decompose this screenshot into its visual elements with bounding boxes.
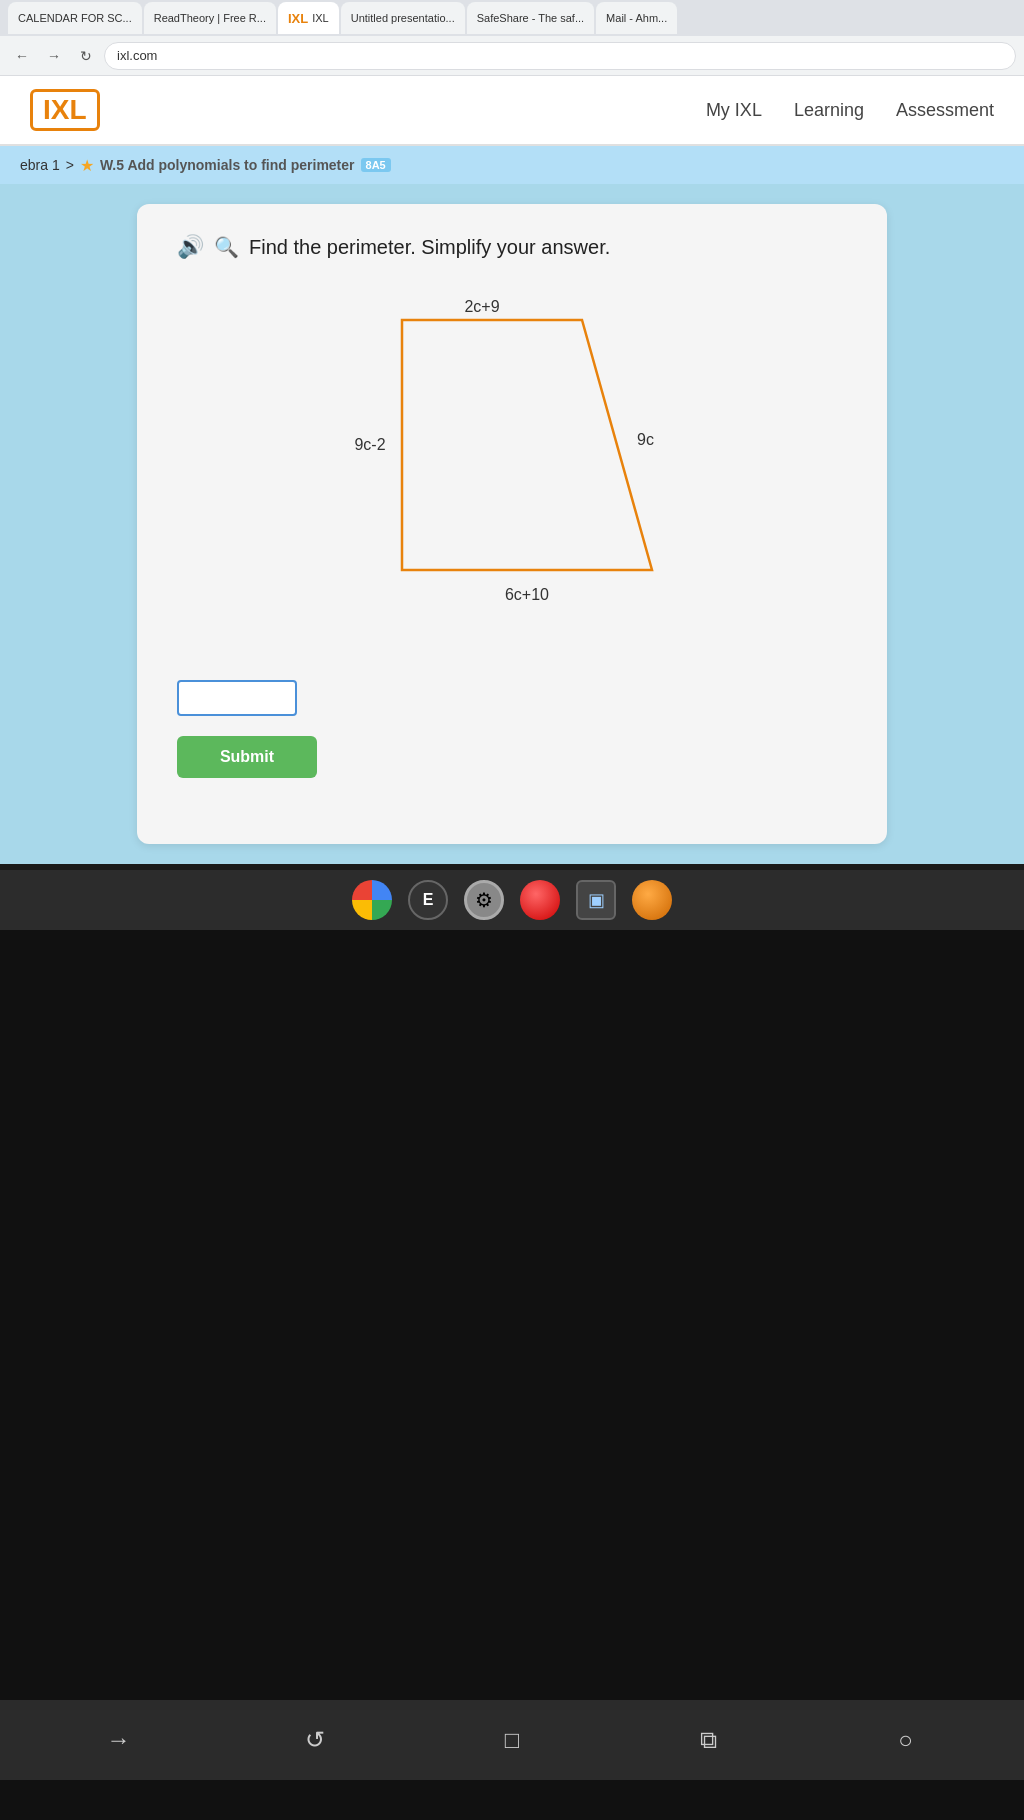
answer-input[interactable] xyxy=(177,680,297,716)
nav-myixl[interactable]: My IXL xyxy=(706,100,762,121)
nav-assessment[interactable]: Assessment xyxy=(896,100,994,121)
dock-refresh[interactable]: ↺ xyxy=(290,1715,340,1765)
address-text: ixl.com xyxy=(117,48,157,63)
question-card: 🔊 🔍 Find the perimeter. Simplify your an… xyxy=(137,204,887,844)
tab-safeshare[interactable]: SafeShare - The saf... xyxy=(467,2,594,34)
breadcrumb: ebra 1 > ★ W.5 Add polynomials to find p… xyxy=(0,146,1024,184)
tab-label: CALENDAR FOR SC... xyxy=(18,12,132,24)
tab-readtheory[interactable]: ReadTheory | Free R... xyxy=(144,2,276,34)
dock-forward[interactable]: → xyxy=(93,1715,143,1765)
tab-bar: CALENDAR FOR SC... ReadTheory | Free R..… xyxy=(0,0,1024,36)
quadrilateral-svg: 2c+9 9c-2 9c 6c+10 xyxy=(342,290,682,650)
left-side-label: 9c-2 xyxy=(354,436,385,453)
ixl-header: IXL My IXL Learning Assessment xyxy=(0,76,1024,146)
breadcrumb-arrow: > xyxy=(66,157,74,173)
tab-ixl-logo: IXL xyxy=(288,11,308,26)
nav-learning[interactable]: Learning xyxy=(794,100,864,121)
ixl-logo[interactable]: IXL xyxy=(30,89,100,131)
tab-calendar[interactable]: CALENDAR FOR SC... xyxy=(8,2,142,34)
translate-icon[interactable]: 🔍 xyxy=(214,235,239,259)
settings-icon[interactable]: ⚙ xyxy=(464,880,504,920)
shape-diagram: 2c+9 9c-2 9c 6c+10 xyxy=(177,290,847,650)
bottom-side-label: 6c+10 xyxy=(505,586,549,603)
svg-marker-0 xyxy=(402,320,652,570)
refresh-button[interactable]: ↻ xyxy=(72,42,100,70)
browser-toolbar: ← → ↻ ixl.com xyxy=(0,36,1024,76)
question-header: 🔊 🔍 Find the perimeter. Simplify your an… xyxy=(177,234,847,260)
tab-presentation[interactable]: Untitled presentatio... xyxy=(341,2,465,34)
ixl-nav: My IXL Learning Assessment xyxy=(706,100,994,121)
address-bar[interactable]: ixl.com xyxy=(104,42,1016,70)
breadcrumb-badge: 8A5 xyxy=(361,158,391,172)
submit-button[interactable]: Submit xyxy=(177,736,317,778)
right-side-label: 9c xyxy=(637,431,654,448)
breadcrumb-star-icon: ★ xyxy=(80,156,94,175)
answer-section xyxy=(177,680,847,716)
question-instruction: Find the perimeter. Simplify your answer… xyxy=(249,236,610,259)
speaker-icon[interactable]: 🔊 xyxy=(177,234,204,260)
taskbar: E ⚙ ▣ xyxy=(0,870,1024,930)
dock-square[interactable]: □ xyxy=(487,1715,537,1765)
main-content: 🔊 🔍 Find the perimeter. Simplify your an… xyxy=(0,184,1024,864)
red-icon[interactable] xyxy=(520,880,560,920)
breadcrumb-topic[interactable]: W.5 Add polynomials to find perimeter xyxy=(100,157,355,173)
bottom-dock: → ↺ □ ⧉ ○ xyxy=(0,1700,1024,1780)
monitor-icon[interactable]: ▣ xyxy=(576,880,616,920)
tab-label: IXL xyxy=(312,12,329,24)
tab-mail[interactable]: Mail - Ahm... xyxy=(596,2,677,34)
dock-search[interactable]: ○ xyxy=(881,1715,931,1765)
chrome-icon[interactable] xyxy=(352,880,392,920)
tab-label: ReadTheory | Free R... xyxy=(154,12,266,24)
e-icon[interactable]: E xyxy=(408,880,448,920)
top-side-label: 2c+9 xyxy=(464,298,499,315)
dock-windows[interactable]: ⧉ xyxy=(684,1715,734,1765)
forward-button[interactable]: → xyxy=(40,42,68,70)
tab-ixl[interactable]: IXL IXL xyxy=(278,2,339,34)
breadcrumb-section: ebra 1 xyxy=(20,157,60,173)
dark-area xyxy=(0,930,1024,1820)
back-button[interactable]: ← xyxy=(8,42,36,70)
tab-label: Untitled presentatio... xyxy=(351,12,455,24)
tab-label: Mail - Ahm... xyxy=(606,12,667,24)
orange-icon[interactable] xyxy=(632,880,672,920)
tab-label: SafeShare - The saf... xyxy=(477,12,584,24)
